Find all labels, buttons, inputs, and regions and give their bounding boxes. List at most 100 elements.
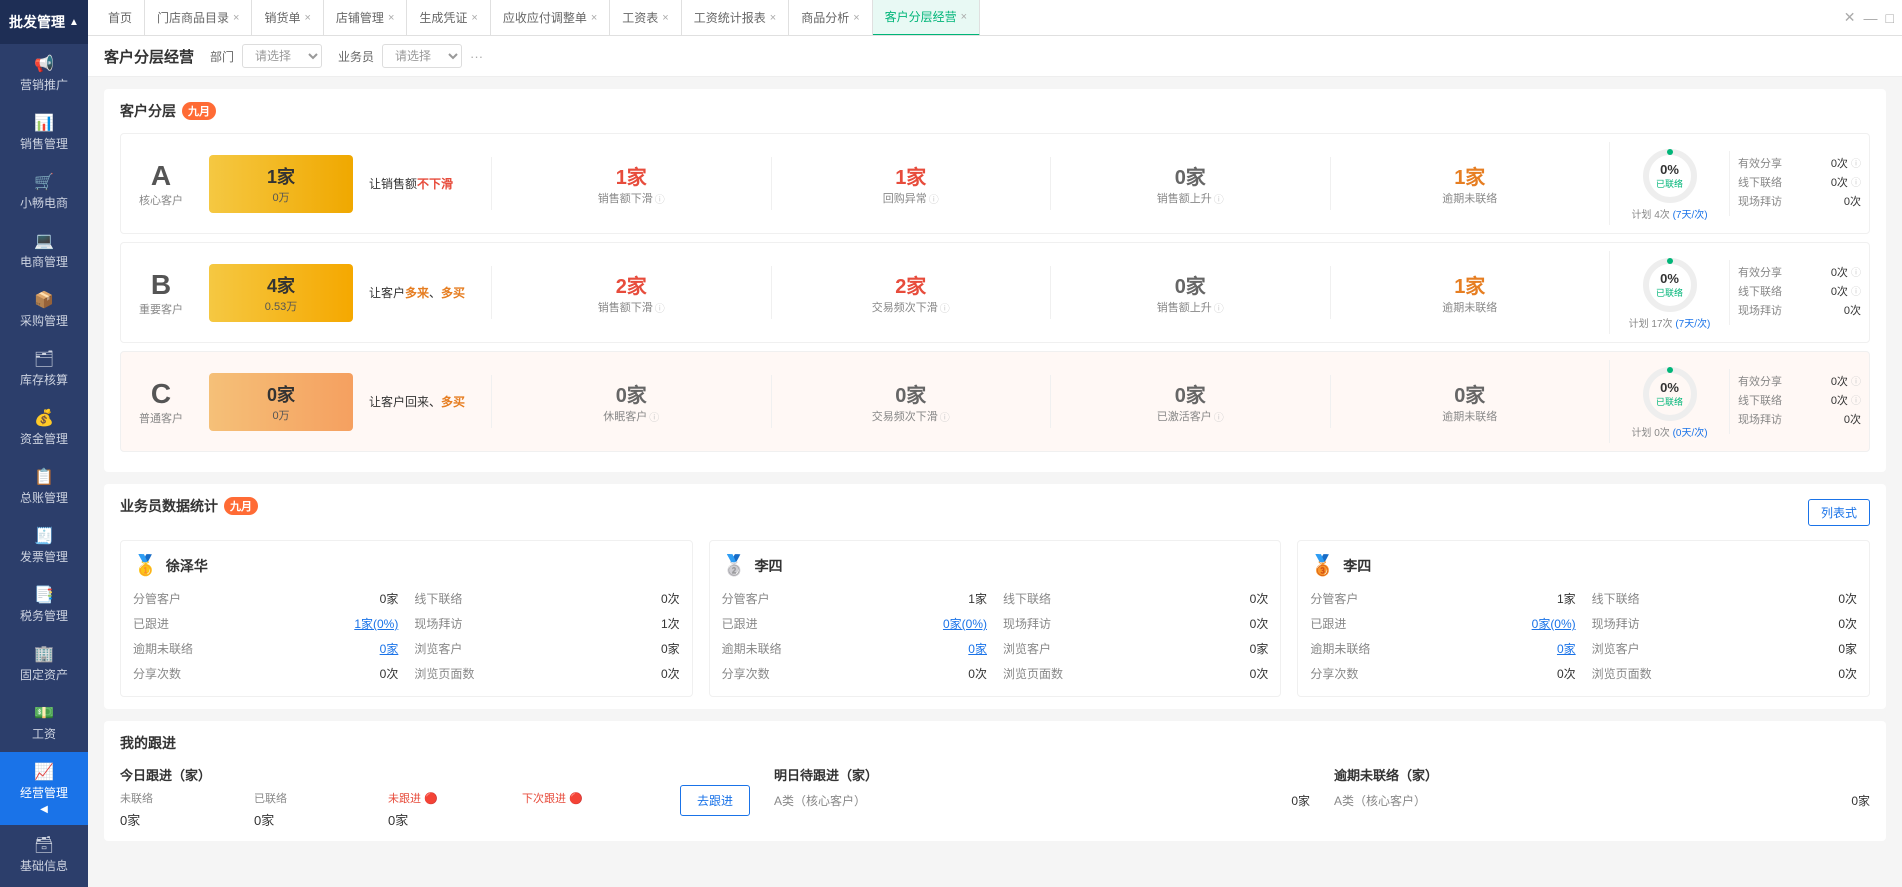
tier-c-stat-2[interactable]: 0家 交易频次下滑 ⓘ xyxy=(771,375,1051,428)
info-icon-b2[interactable]: ⓘ xyxy=(940,300,950,315)
sidebar-item-ledger[interactable]: 📋 总账管理 xyxy=(0,457,88,516)
tab-payroll-report[interactable]: 工资统计报表 × xyxy=(682,0,789,36)
sidebar-item-ecommerce[interactable]: 🛒 小畅电商 xyxy=(0,162,88,221)
tier-c-stat-3[interactable]: 0家 已激活客户 ⓘ xyxy=(1050,375,1330,428)
tier-c-action: 让客户回来、多买 xyxy=(361,393,491,410)
sidebar-collapse-icon[interactable]: ▲ xyxy=(69,17,79,28)
ledger-icon: 📋 xyxy=(4,467,84,487)
tab-payroll-report-close[interactable]: × xyxy=(770,12,776,24)
sidebar-item-salary[interactable]: 💵 工资 xyxy=(0,693,88,752)
tier-a-stat-1[interactable]: 1家 销售额下滑 ⓘ xyxy=(491,157,771,210)
tier-a-count: 1家 xyxy=(221,163,341,189)
tier-a-stat-1-num: 1家 xyxy=(500,161,763,190)
tab-store-products[interactable]: 门店商品目录 × xyxy=(145,0,252,36)
sidebar-item-finance[interactable]: 💰 资金管理 xyxy=(0,398,88,457)
tab-product-analysis[interactable]: 商品分析 × xyxy=(789,0,872,36)
sidebar-item-basic[interactable]: 🗃 基础信息 xyxy=(0,825,88,884)
tab-ar-ap-close[interactable]: × xyxy=(591,12,597,24)
dept-select[interactable]: 请选择 xyxy=(242,44,322,68)
tab-store-mgmt[interactable]: 店铺管理 × xyxy=(324,0,407,36)
tab-more[interactable]: □ xyxy=(1886,10,1894,26)
tier-a-stat-3[interactable]: 0家 销售额上升 ⓘ xyxy=(1050,157,1330,210)
tab-payroll-close[interactable]: × xyxy=(662,12,668,24)
tier-b-contact[interactable]: 1家 逾期未联络 xyxy=(1330,266,1610,319)
tier-c-name: 普通客户 xyxy=(129,410,193,426)
tab-store-mgmt-label: 店铺管理 xyxy=(336,9,384,26)
tier-c-contact[interactable]: 0家 逾期未联络 xyxy=(1330,375,1610,428)
sidebar-item-invoice[interactable]: 🧾 发票管理 xyxy=(0,516,88,575)
tab-customer-tier[interactable]: 客户分层经营 × xyxy=(873,0,980,36)
tier-c-stat-1-num: 0家 xyxy=(500,379,763,408)
biz-3-stat-visit: 现场拜访 0次 xyxy=(1592,613,1857,634)
sidebar-item-purchase[interactable]: 📦 采购管理 xyxy=(0,280,88,339)
tab-sales-order-close[interactable]: × xyxy=(304,12,310,24)
tier-c-plan-link[interactable]: (0天/次) xyxy=(1673,428,1708,439)
biz-2-browse-val: 0家 xyxy=(1250,640,1269,657)
tier-a-plan-link[interactable]: (7天/次) xyxy=(1673,210,1708,221)
tab-voucher[interactable]: 生成凭证 × xyxy=(407,0,490,36)
tier-a-stat-2[interactable]: 1家 回购异常 ⓘ xyxy=(771,157,1051,210)
tier-c-circle-text: 0% 已联络 xyxy=(1656,380,1683,408)
operations-icon: 📈 xyxy=(4,762,84,782)
customer-tier-title: 客户分层 九月 xyxy=(120,101,1870,121)
tab-payroll[interactable]: 工资表 × xyxy=(610,0,681,36)
sidebar-item-marketing[interactable]: 📢 营销推广 xyxy=(0,44,88,103)
info-icon-b1[interactable]: ⓘ xyxy=(655,300,665,315)
tab-product-analysis-close[interactable]: × xyxy=(853,12,859,24)
sidebar-item-assets[interactable]: 🏢 固定资产 xyxy=(0,634,88,693)
info-icon-c3[interactable]: ⓘ xyxy=(1214,409,1224,424)
followup-grid: 今日跟进（家） 未联络 已联络 未跟进 🔴 下次跟进 🔴 0家 0家 0家 xyxy=(120,765,1870,829)
biz-2-stat-browse: 浏览客户 0家 xyxy=(1003,638,1268,659)
biz-2-followed-val[interactable]: 0家(0%) xyxy=(943,615,987,632)
tier-b-right-1: 有效分享 0次 ⓘ xyxy=(1738,264,1861,280)
tab-customer-tier-close[interactable]: × xyxy=(961,11,967,23)
tab-store-mgmt-close[interactable]: × xyxy=(388,12,394,24)
tab-close-all[interactable]: ✕ xyxy=(1844,9,1856,26)
info-icon-3[interactable]: ⓘ xyxy=(1214,191,1224,206)
goto-followup-btn[interactable]: 去跟进 xyxy=(680,785,750,816)
biz-title-text: 业务员数据统计 xyxy=(120,496,218,516)
tier-b-stat-2[interactable]: 2家 交易频次下滑 ⓘ xyxy=(771,266,1051,319)
tier-a-contact[interactable]: 1家 逾期未联络 xyxy=(1330,157,1610,210)
sidebar-item-ecom-mgmt[interactable]: 💻 电商管理 xyxy=(0,221,88,280)
info-icon-2[interactable]: ⓘ xyxy=(929,191,939,206)
tier-b-bar[interactable]: 4家 0.53万 xyxy=(209,264,353,322)
info-icon-c1[interactable]: ⓘ xyxy=(649,409,659,424)
tier-b-plan-link[interactable]: (7天/次) xyxy=(1675,319,1710,330)
tier-a-circle-container: 0% 已联络 xyxy=(1640,146,1700,206)
info-icon-b3[interactable]: ⓘ xyxy=(1214,300,1224,315)
sidebar-item-operations[interactable]: 📈 经营管理 ◀ xyxy=(0,752,88,825)
tier-c-bar[interactable]: 0家 0万 xyxy=(209,373,353,431)
salesperson-select[interactable]: 请选择 xyxy=(382,44,462,68)
tab-voucher-close[interactable]: × xyxy=(471,12,477,24)
tab-home[interactable]: 首页 xyxy=(96,0,145,36)
tier-a-stat-2-num: 1家 xyxy=(780,161,1043,190)
biz-3-followed-val[interactable]: 0家(0%) xyxy=(1532,615,1576,632)
biz-3-managed-label: 分管客户 xyxy=(1310,590,1358,607)
list-view-btn[interactable]: 列表式 xyxy=(1808,499,1870,526)
tier-b-contact-num: 1家 xyxy=(1339,270,1602,299)
tab-ar-ap[interactable]: 应收应付调整单 × xyxy=(491,0,610,36)
biz-3-overdue-val[interactable]: 0家 xyxy=(1557,640,1576,657)
sidebar-item-tax[interactable]: 📑 税务管理 xyxy=(0,575,88,634)
info-icon-1[interactable]: ⓘ xyxy=(655,191,665,206)
tab-minimize[interactable]: — xyxy=(1864,10,1878,26)
biz-2-offline-label: 线下联络 xyxy=(1003,590,1051,607)
biz-1-share-label: 分享次数 xyxy=(133,665,181,682)
val-not-contacted: 0家 xyxy=(120,810,254,829)
tier-c-stat-1[interactable]: 0家 休眠客户 ⓘ xyxy=(491,375,771,428)
tier-row-c: C 普通客户 0家 0万 让客户回来、多买 0家 休眠客户 ⓘ xyxy=(120,351,1870,452)
tier-c-circle-container: 0% 已联络 xyxy=(1640,364,1700,424)
biz-2-overdue-val[interactable]: 0家 xyxy=(968,640,987,657)
tab-store-products-close[interactable]: × xyxy=(233,12,239,24)
tab-sales-order[interactable]: 销货单 × xyxy=(252,0,323,36)
filter-more-dots[interactable]: ··· xyxy=(470,49,483,64)
tier-b-stat-1[interactable]: 2家 销售额下滑 ⓘ xyxy=(491,266,771,319)
tier-a-bar[interactable]: 1家 0万 xyxy=(209,155,353,213)
biz-1-followed-val[interactable]: 1家(0%) xyxy=(354,615,398,632)
tier-b-stat-3[interactable]: 0家 销售额上升 ⓘ xyxy=(1050,266,1330,319)
biz-1-overdue-val[interactable]: 0家 xyxy=(380,640,399,657)
sidebar-item-sales[interactable]: 📊 销售管理 xyxy=(0,103,88,162)
info-icon-c2[interactable]: ⓘ xyxy=(940,409,950,424)
sidebar-item-inventory[interactable]: 🗂 库存核算 xyxy=(0,339,88,398)
